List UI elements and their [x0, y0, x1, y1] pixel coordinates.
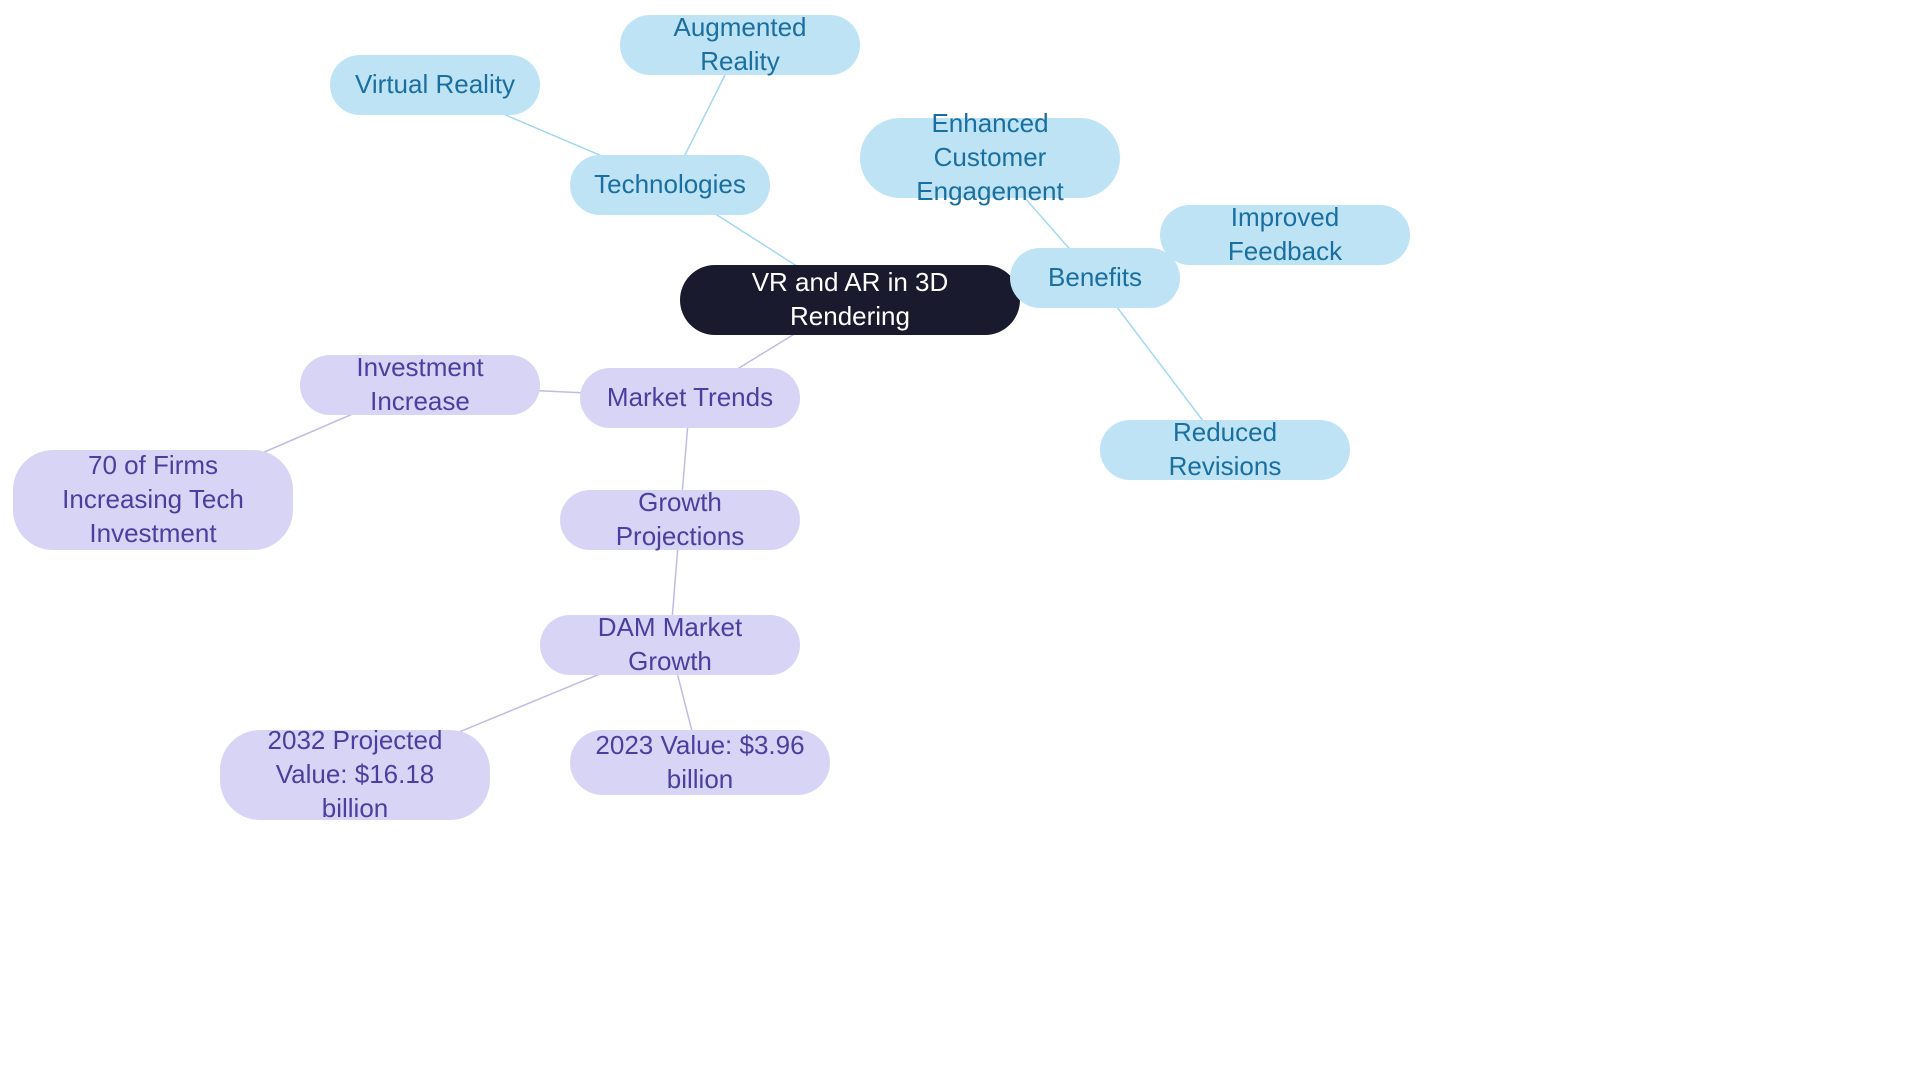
investment-increase-node: Investment Increase	[300, 355, 540, 415]
benefits-label: Benefits	[1048, 261, 1142, 295]
projected-2032-node: 2032 Projected Value: $16.18 billion	[220, 730, 490, 820]
firms-70-label: 70 of Firms Increasing Tech Investment	[35, 449, 271, 550]
reduced-revisions-node: Reduced Revisions	[1100, 420, 1350, 480]
benefits-node: Benefits	[1010, 248, 1180, 308]
investment-increase-label: Investment Increase	[322, 351, 518, 419]
technologies-node: Technologies	[570, 155, 770, 215]
dam-market-growth-node: DAM Market Growth	[540, 615, 800, 675]
virtual-reality-label: Virtual Reality	[355, 68, 515, 102]
augmented-reality-label: Augmented Reality	[642, 11, 838, 79]
growth-projections-node: Growth Projections	[560, 490, 800, 550]
market-trends-node: Market Trends	[580, 368, 800, 428]
enhanced-customer-label: Enhanced Customer Engagement	[882, 107, 1098, 208]
technologies-label: Technologies	[594, 168, 746, 202]
augmented-reality-node: Augmented Reality	[620, 15, 860, 75]
firms-70-node: 70 of Firms Increasing Tech Investment	[13, 450, 293, 550]
virtual-reality-node: Virtual Reality	[330, 55, 540, 115]
value-2023-node: 2023 Value: $3.96 billion	[570, 730, 830, 795]
reduced-revisions-label: Reduced Revisions	[1122, 416, 1328, 484]
market-trends-label: Market Trends	[607, 381, 773, 415]
enhanced-customer-node: Enhanced Customer Engagement	[860, 118, 1120, 198]
value-2023-label: 2023 Value: $3.96 billion	[592, 729, 808, 797]
growth-projections-label: Growth Projections	[582, 486, 778, 554]
improved-feedback-label: Improved Feedback	[1182, 201, 1388, 269]
center-node: VR and AR in 3D Rendering	[680, 265, 1020, 335]
center-label: VR and AR in 3D Rendering	[724, 266, 976, 334]
projected-2032-label: 2032 Projected Value: $16.18 billion	[242, 724, 468, 825]
improved-feedback-node: Improved Feedback	[1160, 205, 1410, 265]
dam-market-growth-label: DAM Market Growth	[562, 611, 778, 679]
